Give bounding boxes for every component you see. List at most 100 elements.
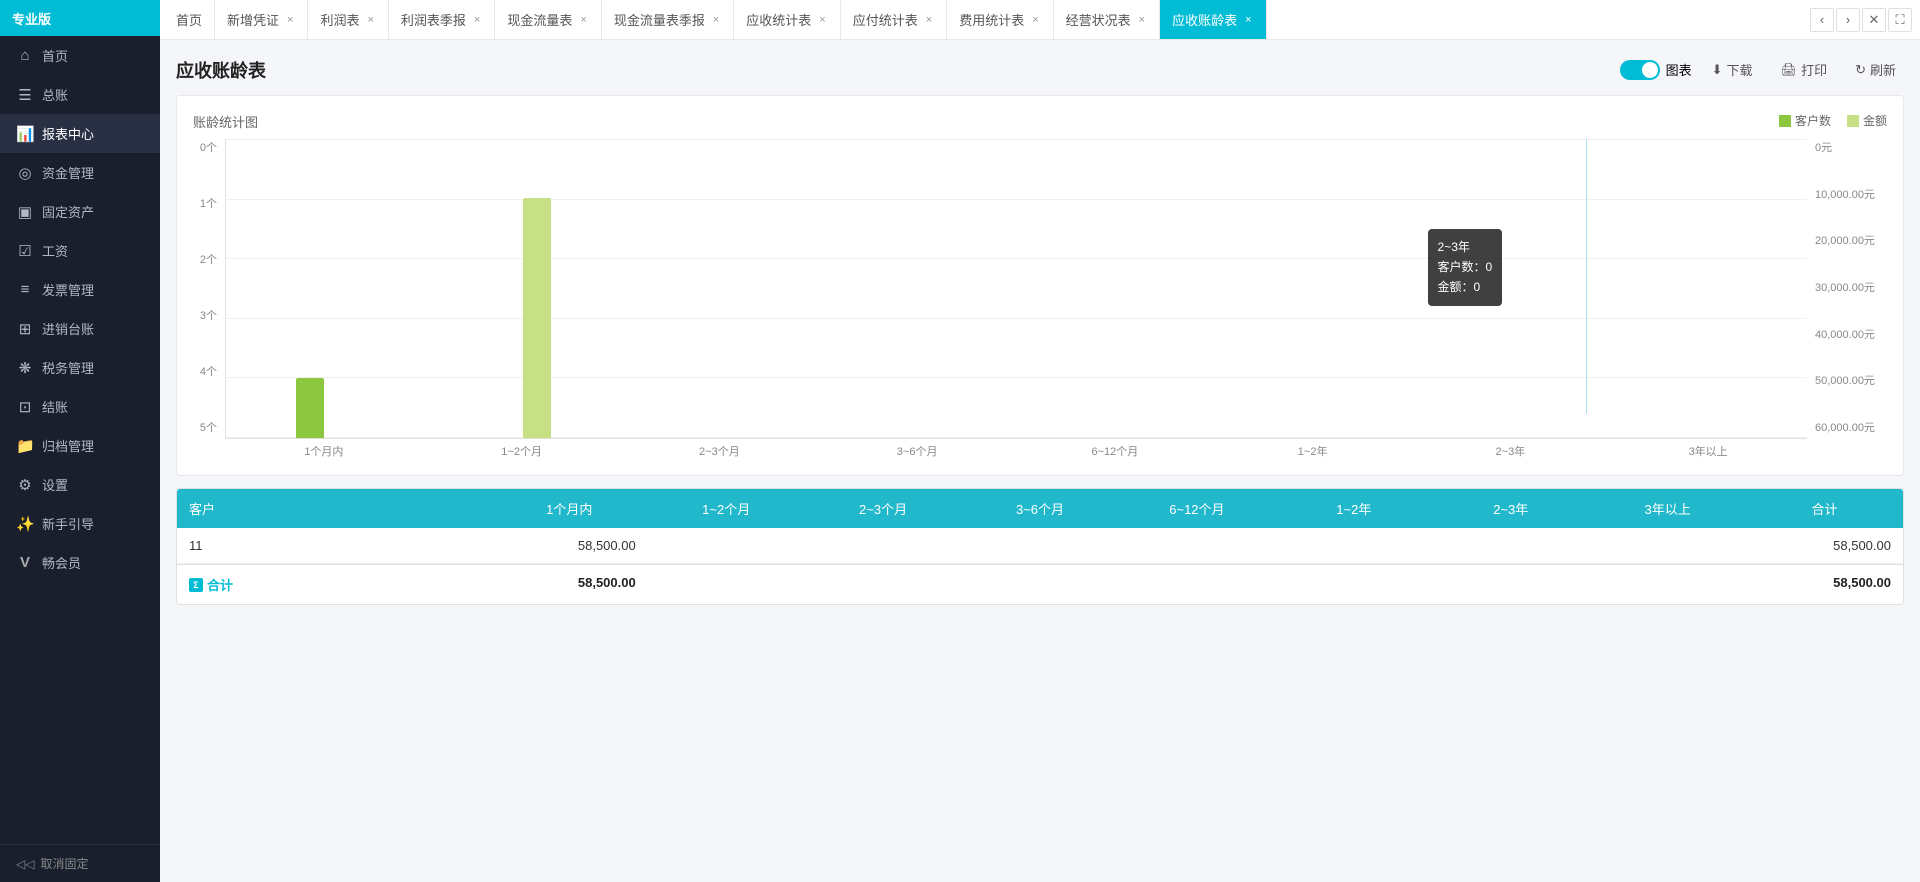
sidebar-item-label: 新手引导 [42, 514, 94, 533]
bar-group-0 [226, 378, 424, 438]
td-col7 [1432, 528, 1589, 563]
legend-customers-color [1779, 115, 1791, 127]
sidebar-item-label: 归档管理 [42, 436, 94, 455]
tab-voucher-close[interactable]: × [285, 14, 295, 26]
tab-home-label: 首页 [176, 10, 202, 29]
tab-prev-button[interactable]: ‹ [1810, 8, 1834, 32]
tab-receivable-stat[interactable]: 应收统计表 × [734, 0, 840, 40]
footer-label: Σ 合计 [177, 565, 491, 604]
tab-operation-close[interactable]: × [1137, 14, 1147, 26]
sidebar-item-label: 资金管理 [42, 163, 94, 182]
tab-expense-stat[interactable]: 费用统计表 × [947, 0, 1053, 40]
chart-area: 5个 4个 3个 2个 1个 0个 [193, 139, 1887, 459]
bar-light-1 [523, 198, 551, 438]
x-label-3: 3~6个月 [818, 443, 1016, 459]
tab-payable-stat-close[interactable]: × [924, 14, 934, 26]
sidebar-item-payroll[interactable]: ☑ 工资 [0, 231, 160, 270]
sidebar-item-label: 进销台账 [42, 319, 94, 338]
archive-icon: 📁 [16, 437, 34, 455]
tab-operation[interactable]: 经营状况表 × [1054, 0, 1160, 40]
footer-total: 58,500.00 [1746, 565, 1903, 604]
tab-profit-quarterly-label: 利润表季报 [401, 10, 466, 29]
sidebar-item-settings[interactable]: ⚙ 设置 [0, 465, 160, 504]
tab-profit-quarterly[interactable]: 利润表季报 × [389, 0, 495, 40]
footer-col1: 58,500.00 [491, 565, 648, 604]
footer-col2 [648, 565, 805, 604]
table-row: 11 58,500.00 58,500.00 [177, 528, 1903, 564]
grid-lines: 2~3年 客户数：0 金额：0 [225, 139, 1807, 439]
sidebar-item-stock[interactable]: ⊞ 进销台账 [0, 309, 160, 348]
tab-cashflow-quarterly-close[interactable]: × [711, 14, 721, 26]
sidebar-item-ledger[interactable]: ☰ 总账 [0, 75, 160, 114]
tab-profit-quarterly-close[interactable]: × [472, 14, 482, 26]
chart-toggle[interactable] [1620, 60, 1660, 80]
tab-profit-label: 利润表 [320, 10, 359, 29]
td-col3 [805, 528, 962, 563]
x-label-1: 1~2个月 [423, 443, 621, 459]
sidebar-item-label: 首页 [42, 46, 68, 65]
tab-cashflow-quarterly-label: 现金流量表季报 [614, 10, 705, 29]
tab-controls: ‹ › ✕ ⛶ [1806, 8, 1916, 32]
tab-receivable-stat-close[interactable]: × [817, 14, 827, 26]
x-label-5: 1~2年 [1214, 443, 1412, 459]
sidebar-item-label: 总账 [42, 85, 68, 104]
vip-icon: V [16, 554, 34, 571]
x-label-6: 2~3年 [1412, 443, 1610, 459]
bar-group-1 [424, 198, 622, 438]
tab-close-all-button[interactable]: ✕ [1862, 8, 1886, 32]
tab-payable-stat[interactable]: 应付统计表 × [841, 0, 947, 40]
tab-aging-close[interactable]: × [1243, 14, 1253, 26]
download-button[interactable]: ⬇ 下载 [1704, 56, 1761, 83]
td-customer: 11 [177, 528, 491, 563]
sidebar-item-home[interactable]: ⌂ 首页 [0, 36, 160, 75]
assets-icon: ▣ [16, 203, 34, 221]
legend-amount: 金额 [1847, 112, 1887, 129]
sidebar-item-archive[interactable]: 📁 归档管理 [0, 426, 160, 465]
tab-bar: 首页 新增凭证 × 利润表 × 利润表季报 × 现金流量表 × 现金流量表季报 … [160, 0, 1920, 40]
y-axis-left: 5个 4个 3个 2个 1个 0个 [193, 139, 225, 459]
tab-cashflow[interactable]: 现金流量表 × [495, 0, 601, 40]
td-col1: 58,500.00 [491, 528, 648, 563]
sidebar-unpin-button[interactable]: ◁◁ 取消固定 [0, 844, 160, 882]
th-col1: 1个月内 [491, 489, 648, 528]
footer-col6 [1275, 565, 1432, 604]
sidebar-item-label: 发票管理 [42, 280, 94, 299]
y-axis-right: 60,000.00元 50,000.00元 40,000.00元 30,000.… [1807, 139, 1887, 459]
footer-col3 [805, 565, 962, 604]
sidebar-item-label: 税务管理 [42, 358, 94, 377]
sidebar-item-invoice[interactable]: ≡ 发票管理 [0, 270, 160, 309]
tab-expand-button[interactable]: ⛶ [1888, 8, 1912, 32]
tab-profit[interactable]: 利润表 × [308, 0, 388, 40]
tab-expense-stat-close[interactable]: × [1030, 14, 1040, 26]
tab-payable-stat-label: 应付统计表 [853, 10, 918, 29]
tab-voucher[interactable]: 新增凭证 × [215, 0, 308, 40]
reports-icon: 📊 [16, 125, 34, 143]
tab-cashflow-close[interactable]: × [578, 14, 588, 26]
tab-profit-close[interactable]: × [365, 14, 375, 26]
page-content: 应收账龄表 图表 ⬇ 下载 🖨 打印 ↻ 刷新 [160, 40, 1920, 882]
sidebar-item-vip[interactable]: V 畅会员 [0, 543, 160, 582]
refresh-button[interactable]: ↻ 刷新 [1847, 56, 1904, 83]
sidebar-item-label: 畅会员 [42, 553, 81, 572]
td-total: 58,500.00 [1746, 528, 1903, 563]
refresh-icon: ↻ [1855, 62, 1866, 78]
chart-container: 账龄统计图 客户数 金额 5个 4个 3个 2个 1个 0个 [176, 95, 1904, 476]
th-col3: 2~3个月 [805, 489, 962, 528]
tab-aging[interactable]: 应收账龄表 × [1160, 0, 1266, 40]
print-button[interactable]: 🖨 打印 [1773, 56, 1836, 83]
tab-next-button[interactable]: › [1836, 8, 1860, 32]
bars-row [226, 139, 1807, 438]
stock-icon: ⊞ [16, 320, 34, 338]
tab-operation-label: 经营状况表 [1066, 10, 1131, 29]
chart-toggle-label: 图表 [1666, 60, 1692, 79]
tab-cashflow-quarterly[interactable]: 现金流量表季报 × [602, 0, 734, 40]
sidebar-item-funds[interactable]: ◎ 资金管理 [0, 153, 160, 192]
sidebar-item-assets[interactable]: ▣ 固定资产 [0, 192, 160, 231]
sidebar-item-tax[interactable]: ❋ 税务管理 [0, 348, 160, 387]
td-col6 [1275, 528, 1432, 563]
sidebar-item-guide[interactable]: ✨ 新手引导 [0, 504, 160, 543]
tab-home[interactable]: 首页 [164, 0, 215, 40]
sidebar-item-closing[interactable]: ⊡ 结账 [0, 387, 160, 426]
payroll-icon: ☑ [16, 242, 34, 260]
sidebar-item-reports[interactable]: 📊 报表中心 [0, 114, 160, 153]
